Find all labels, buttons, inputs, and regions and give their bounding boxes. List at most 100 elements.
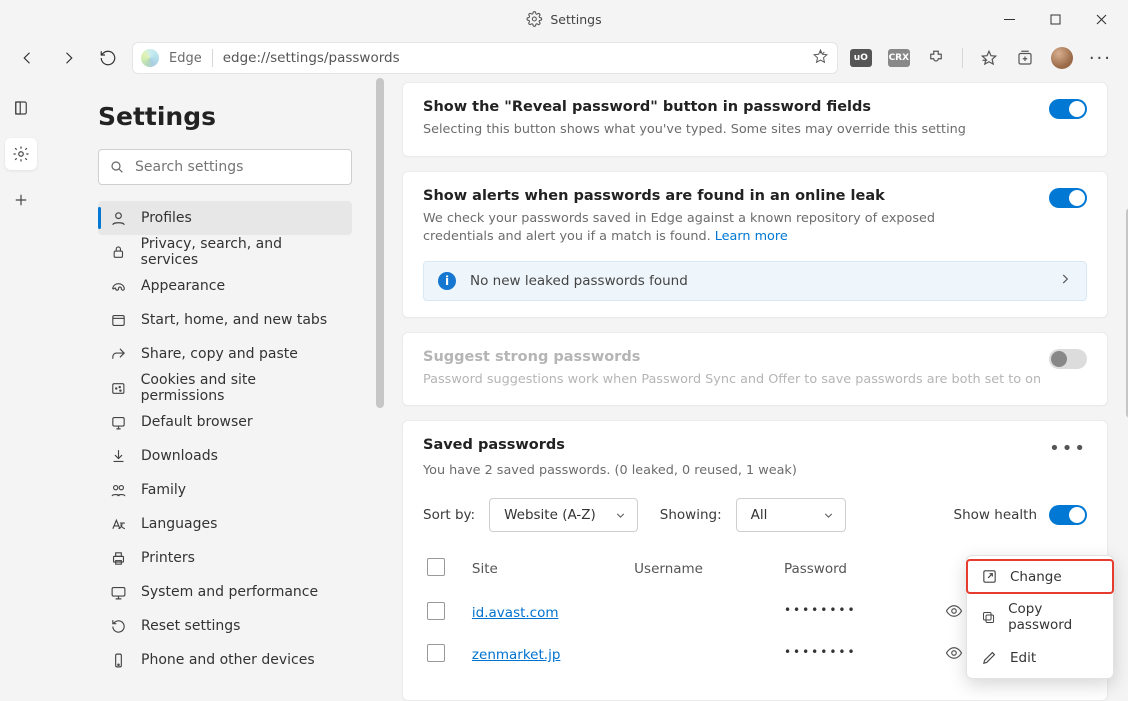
showing-label: Showing:	[660, 507, 722, 523]
nav-profiles[interactable]: Profiles	[98, 201, 352, 235]
sort-label: Sort by:	[423, 507, 475, 523]
nav-printers[interactable]: Printers	[98, 541, 352, 575]
row-checkbox[interactable]	[427, 602, 445, 620]
separator	[212, 49, 213, 67]
app-menu-button[interactable]: ···	[1089, 48, 1112, 69]
nav-label: Reset settings	[141, 618, 240, 634]
nav-system[interactable]: System and performance	[98, 575, 352, 609]
crx-extension-icon[interactable]: CRX	[888, 49, 910, 67]
row-checkbox[interactable]	[427, 644, 445, 662]
edge-logo-icon	[141, 49, 159, 67]
nav-label: Printers	[141, 550, 195, 566]
collections-button[interactable]	[1015, 48, 1035, 68]
site-link[interactable]: id.avast.com	[472, 605, 559, 621]
settings-heading: Settings	[98, 102, 352, 131]
nav-label: Appearance	[141, 278, 225, 294]
show-health-label: Show health	[954, 507, 1037, 523]
info-icon: i	[438, 272, 456, 290]
col-username: Username	[630, 552, 780, 592]
address-bar[interactable]: Edge edge://settings/passwords	[132, 42, 838, 74]
search-settings[interactable]	[98, 149, 352, 185]
password-masked: ••••••••	[784, 645, 857, 659]
forward-button[interactable]	[52, 42, 84, 74]
sort-select[interactable]: Website (A-Z)	[489, 498, 638, 532]
username-cell	[630, 634, 780, 676]
list-controls: Sort by: Website (A-Z) Showing: All Show…	[423, 498, 1087, 532]
showing-select[interactable]: All	[736, 498, 846, 532]
new-tab-icon[interactable]	[5, 184, 37, 216]
nav-downloads[interactable]: Downloads	[98, 439, 352, 473]
nav-label: Cookies and site permissions	[141, 372, 340, 404]
setting-desc: Password suggestions work when Password …	[423, 371, 1041, 390]
context-label: Change	[1010, 569, 1062, 585]
nav-privacy[interactable]: Privacy, search, and services	[98, 235, 352, 269]
nav-family[interactable]: Family	[98, 473, 352, 507]
reveal-password-setting: Show the "Reveal password" button in pas…	[402, 82, 1108, 157]
reveal-password-button[interactable]	[945, 602, 963, 624]
nav-label: System and performance	[141, 584, 318, 600]
nav-label: Languages	[141, 516, 217, 532]
show-health-toggle[interactable]	[1049, 505, 1087, 525]
nav-label: Family	[141, 482, 186, 498]
leak-status-banner[interactable]: i No new leaked passwords found	[423, 261, 1087, 301]
settings-tab-icon[interactable]	[5, 138, 37, 170]
nav-appearance[interactable]: Appearance	[98, 269, 352, 303]
favorite-button[interactable]	[812, 48, 829, 69]
setting-desc: Selecting this button shows what you've …	[423, 121, 966, 140]
extensions-button[interactable]	[926, 48, 946, 68]
tab-list-icon[interactable]	[5, 92, 37, 124]
more-options-button[interactable]: •••	[1049, 438, 1087, 459]
back-button[interactable]	[12, 42, 44, 74]
window-close-button[interactable]	[1078, 3, 1124, 35]
reload-button[interactable]	[92, 42, 124, 74]
setting-title: Show alerts when passwords are found in …	[423, 188, 963, 204]
username-cell	[630, 592, 780, 634]
window-maximize-button[interactable]	[1032, 3, 1078, 35]
reveal-password-toggle[interactable]	[1049, 99, 1087, 119]
nav-default-browser[interactable]: Default browser	[98, 405, 352, 439]
setting-title: Show the "Reveal password" button in pas…	[423, 99, 966, 115]
favorites-button[interactable]	[979, 48, 999, 68]
col-password: Password	[780, 552, 967, 592]
select-all-checkbox[interactable]	[427, 558, 445, 576]
context-label: Copy password	[1008, 601, 1099, 633]
nav-label: Default browser	[141, 414, 253, 430]
password-context-menu: Change Copy password Edit	[966, 555, 1114, 679]
chevron-down-icon	[822, 509, 835, 522]
extension-icons: uO CRX ···	[846, 47, 1116, 69]
nav-share[interactable]: Share, copy and paste	[98, 337, 352, 371]
nav-label: Share, copy and paste	[141, 346, 298, 362]
edit-icon	[981, 649, 998, 666]
search-settings-input[interactable]	[135, 159, 341, 175]
open-external-icon	[981, 568, 998, 585]
profile-avatar[interactable]	[1051, 47, 1073, 69]
nav-languages[interactable]: Languages	[98, 507, 352, 541]
nav-start[interactable]: Start, home, and new tabs	[98, 303, 352, 337]
divider	[962, 48, 963, 68]
password-masked: ••••••••	[784, 603, 857, 617]
nav-label: Downloads	[141, 448, 218, 464]
nav-reset[interactable]: Reset settings	[98, 609, 352, 643]
nav-label: Profiles	[141, 210, 192, 226]
settings-sidebar: Settings Profiles Privacy, search, and s…	[42, 78, 382, 650]
nav-phone[interactable]: Phone and other devices	[98, 643, 352, 677]
context-label: Edit	[1010, 650, 1036, 666]
learn-more-link[interactable]: Learn more	[715, 229, 788, 244]
context-copy-password[interactable]: Copy password	[967, 593, 1113, 641]
copy-icon	[981, 609, 996, 626]
ublock-extension-icon[interactable]: uO	[850, 49, 872, 67]
suggest-passwords-toggle	[1049, 349, 1087, 369]
window-minimize-button[interactable]	[986, 3, 1032, 35]
address-brand: Edge	[169, 51, 202, 66]
nav-cookies[interactable]: Cookies and site permissions	[98, 371, 352, 405]
leak-alerts-setting: Show alerts when passwords are found in …	[402, 171, 1108, 318]
chevron-right-icon	[1058, 272, 1072, 290]
section-subtitle: You have 2 saved passwords. (0 leaked, 0…	[423, 463, 1087, 478]
context-edit[interactable]: Edit	[967, 641, 1113, 674]
nav-label: Phone and other devices	[141, 652, 315, 668]
reveal-password-button[interactable]	[945, 644, 963, 666]
settings-content: Show the "Reveal password" button in pas…	[382, 78, 1128, 650]
col-site: Site	[468, 552, 630, 592]
context-change[interactable]: Change	[967, 560, 1113, 593]
leak-alerts-toggle[interactable]	[1049, 188, 1087, 208]
